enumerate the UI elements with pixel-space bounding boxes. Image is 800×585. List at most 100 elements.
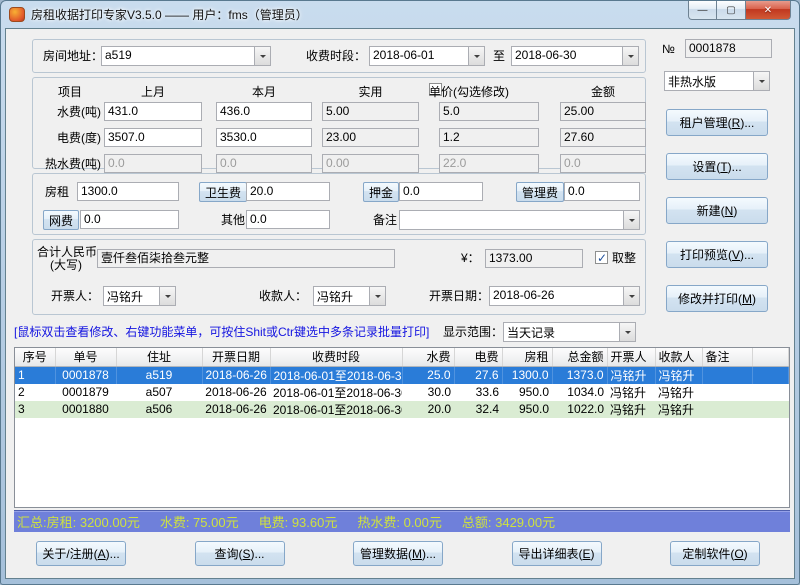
chevron-down-icon[interactable] (468, 47, 484, 65)
used-field: 23.00 (322, 128, 419, 147)
col-water[interactable]: 水费 (402, 348, 454, 366)
amount-field: 0.0 (560, 154, 646, 173)
remark-combo[interactable] (399, 210, 640, 230)
payee-combo[interactable]: 冯铭升 (313, 286, 386, 306)
footer-button[interactable]: 管理数据(M)... (353, 541, 443, 566)
rent-field[interactable]: 1300.0 (77, 182, 179, 201)
record-row[interactable]: 1 0001878 a519 2018-06-26 2018-06-01至201… (15, 366, 789, 384)
remark-value (400, 211, 623, 229)
maximize-button[interactable]: ▢ (717, 1, 746, 20)
used-field: 5.00 (322, 102, 419, 121)
amount-field: 27.60 (560, 128, 646, 147)
rent-label: 房租 (45, 183, 69, 201)
record-row[interactable]: 2 0001879 a507 2018-06-26 2018-06-01至201… (15, 384, 789, 401)
records-hint-text: [鼠标双击查看修改、右键功能菜单，可按住Shit或Ctr键选中多条记录批量打印] (14, 323, 429, 341)
col-idx[interactable]: 序号 (15, 348, 55, 366)
col-total[interactable]: 总金额 (552, 348, 607, 366)
side-buttons: 租户管理(R)... 设置(T)... 新建(N) 打印预览(V)... 修改并打印(M… (666, 109, 768, 312)
chevron-down-icon[interactable] (623, 211, 639, 229)
receipt-no-field: 0001878 (685, 39, 772, 58)
mgmt-fee-button[interactable]: 管理费 (516, 182, 564, 202)
version-combo[interactable]: 非热水版 (664, 71, 770, 91)
col-used-header: 实用 (322, 83, 419, 101)
yen-label: ¥： (461, 249, 480, 267)
deposit-field[interactable]: 0.0 (399, 182, 483, 201)
col-note[interactable]: 备注 (702, 348, 752, 366)
col-last-header: 上月 (104, 83, 202, 101)
footer-button[interactable]: 查询(S)... (195, 541, 285, 566)
footer-button[interactable]: 定制软件(O) (670, 541, 760, 566)
summary-bar: 汇总:房租: 3200.00元水费: 75.00元电费: 93.60元热水费: … (14, 510, 790, 532)
col-issuer[interactable]: 开票人 (607, 348, 655, 366)
side-button[interactable]: 租户管理(R)... (666, 109, 768, 136)
chevron-down-icon[interactable] (622, 47, 638, 65)
minimize-button[interactable]: — (688, 1, 717, 20)
deposit-button[interactable]: 押金 (363, 182, 399, 202)
col-period[interactable]: 收费时段 (270, 348, 402, 366)
price-field: 22.0 (439, 154, 539, 173)
net-fee-field[interactable]: 0.0 (80, 210, 179, 229)
footer-button[interactable]: 导出详细表(E) (512, 541, 602, 566)
scope-label: 显示范围： (443, 323, 503, 341)
period-from-combo[interactable]: 2018-06-01 (369, 46, 485, 66)
col-date[interactable]: 开票日期 (202, 348, 270, 366)
chevron-down-icon[interactable] (623, 287, 639, 305)
total-amount-field: 1373.00 (485, 249, 583, 268)
issuer-combo[interactable]: 冯铭升 (103, 286, 176, 306)
payee-label: 收款人： (259, 287, 307, 305)
address-period-group: 房间地址： a519 收费时段： 2018-06-01 至 2018-06-30 (32, 39, 646, 73)
net-fee-button[interactable]: 网费 (43, 210, 79, 230)
side-button[interactable]: 新建(N) (666, 197, 768, 224)
period-to-combo[interactable]: 2018-06-30 (511, 46, 639, 66)
last-month-field[interactable]: 431.0 (104, 102, 202, 121)
minimize-icon: — (698, 5, 708, 16)
col-current-header: 本月 (216, 83, 312, 101)
col-no[interactable]: 单号 (55, 348, 116, 366)
side-button[interactable]: 设置(T)... (666, 153, 768, 180)
last-month-field[interactable]: 0.0 (104, 154, 202, 173)
chevron-down-icon[interactable] (159, 287, 175, 305)
sanitation-fee-button[interactable]: 卫生费 (199, 182, 247, 202)
payee-value: 冯铭升 (314, 287, 369, 305)
footer-buttons: 关于/注册(A)... 查询(S)... 管理数据(M)... 导出详细表(E) 定制软… (36, 541, 760, 566)
receipt-no-label: № (662, 40, 675, 58)
side-button[interactable]: 打印预览(V)... (666, 241, 768, 268)
used-field: 0.00 (322, 154, 419, 173)
col-amount-header: 金额 (560, 83, 646, 101)
col-item-header: 项目 (39, 83, 101, 101)
other-label: 其他 (221, 211, 245, 229)
capital-amount-label: 合计人民币 (大写) (37, 246, 95, 272)
current-month-field[interactable]: 436.0 (216, 102, 312, 121)
col-addr[interactable]: 住址 (116, 348, 202, 366)
last-month-field[interactable]: 3507.0 (104, 128, 202, 147)
period-from-value: 2018-06-01 (370, 47, 468, 65)
sanitation-fee-field[interactable]: 20.0 (246, 182, 330, 201)
col-payee[interactable]: 收款人 (655, 348, 702, 366)
chevron-down-icon[interactable] (254, 47, 270, 65)
fee-row-label: 电费(度) (39, 128, 101, 148)
room-address-value: a519 (102, 47, 254, 65)
current-month-field[interactable]: 0.0 (216, 154, 312, 173)
mgmt-fee-field[interactable]: 0.0 (564, 182, 640, 201)
issue-date-combo[interactable]: 2018-06-26 (489, 286, 640, 306)
chevron-down-icon[interactable] (753, 72, 769, 90)
chevron-down-icon[interactable] (369, 287, 385, 305)
record-row[interactable]: 3 0001880 a506 2018-06-26 2018-06-01至201… (15, 401, 789, 418)
side-button[interactable]: 修改并打印(M) (666, 285, 768, 312)
footer-button[interactable]: 关于/注册(A)... (36, 541, 126, 566)
remark-label: 备注 (373, 211, 397, 229)
current-month-field[interactable]: 3530.0 (216, 128, 312, 147)
client-area: 房间地址： a519 收费时段： 2018-06-01 至 2018-06-30… (5, 28, 795, 579)
close-button[interactable]: ✕ (746, 1, 791, 20)
issuer-label: 开票人： (51, 287, 99, 305)
col-elec[interactable]: 电费 (454, 348, 502, 366)
period-label: 收费时段： (306, 47, 366, 65)
col-filler (752, 348, 789, 366)
room-address-combo[interactable]: a519 (101, 46, 271, 66)
close-icon: ✕ (764, 5, 772, 16)
chevron-down-icon[interactable] (619, 323, 635, 341)
col-rent[interactable]: 房租 (502, 348, 552, 366)
other-field[interactable]: 0.0 (246, 210, 330, 229)
round-checkbox[interactable] (595, 251, 608, 264)
scope-combo[interactable]: 当天记录 (503, 322, 636, 342)
